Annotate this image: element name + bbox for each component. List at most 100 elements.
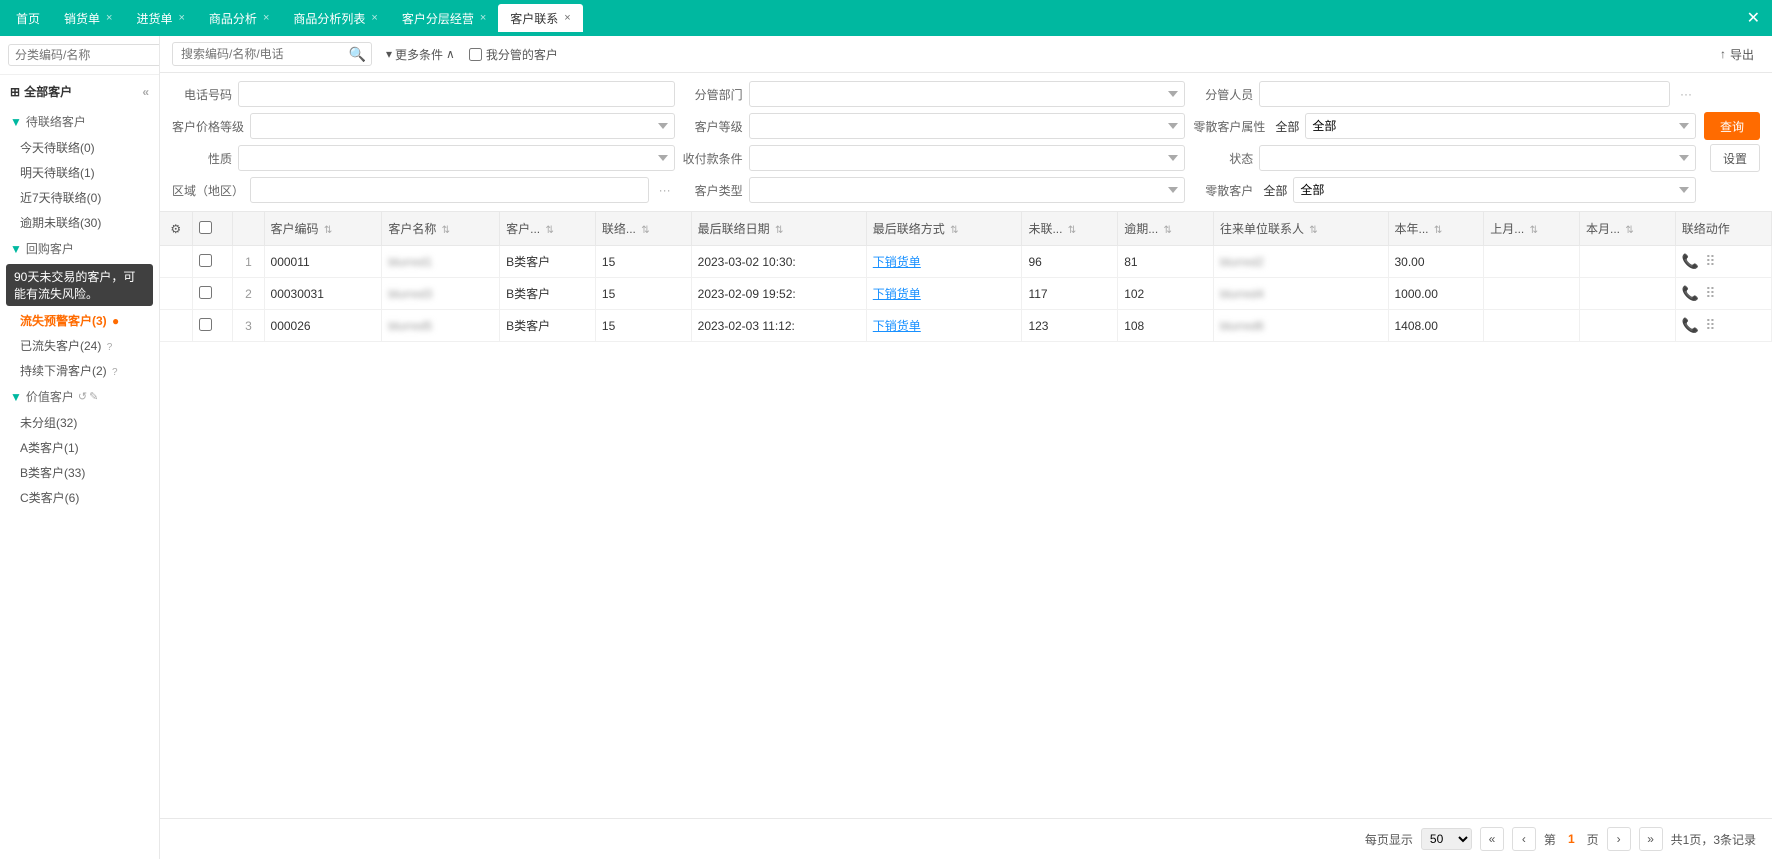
tab-analysis-list[interactable]: 商品分析列表 × [281,4,389,32]
tab-sales-close[interactable]: × [106,12,112,24]
filter-actions: 查询 设置 [1704,81,1760,203]
sidebar-item-tomorrow-pending[interactable]: 明天待联络(1) [0,160,159,185]
sidebar-item-churned[interactable]: 已流失客户(24) ? [0,333,159,358]
col-contact-header[interactable]: 联络... ⇅ [595,212,691,246]
tab-customer-tier-close[interactable]: × [480,12,486,24]
export-button[interactable]: ↑ 导出 [1714,43,1760,66]
filter-nature: 性质 [172,145,675,171]
col-no-contact-header[interactable]: 未联... ⇅ [1022,212,1118,246]
tab-customer-contact-close[interactable]: × [564,12,570,24]
first-page-button[interactable]: « [1480,827,1504,851]
main-search-input[interactable] [172,42,372,66]
prev-page-button[interactable]: ‹ [1512,827,1536,851]
next-page-button[interactable]: › [1607,827,1631,851]
tab-purchase-close[interactable]: × [178,12,184,24]
row-action-phone-icon[interactable]: 📞 [1682,253,1699,270]
sidebar-item-overdue[interactable]: 逾期未联络(30) [0,210,159,235]
my-customer-checkbox-wrap[interactable]: 我分管的客户 [469,46,558,63]
select-all-checkbox[interactable] [199,221,212,234]
row-action-menu-icon[interactable]: ⠿ [1705,317,1715,334]
sidebar-item-churn-warning[interactable]: 流失预警客户(3) ● [0,308,159,333]
filter-status-select[interactable] [1259,145,1696,171]
my-customer-checkbox[interactable] [469,48,482,61]
sidebar-section-churn[interactable]: ▼ 回购客户 [0,235,159,262]
col-name-header[interactable]: 客户名称 ⇅ [382,212,500,246]
last-page-button[interactable]: » [1639,827,1663,851]
tab-analysis-list-close[interactable]: × [371,12,377,24]
sidebar-item-class-c[interactable]: C类客户(6) [0,485,159,510]
filter-manager: 分管人员 ··· [1193,81,1696,107]
sidebar-item-ungroup[interactable]: 未分组(32) [0,410,159,435]
total-pages-label: 共1页，3条记录 [1671,831,1756,848]
row-action-menu-icon[interactable]: ⠿ [1705,253,1715,270]
filter-dept-select[interactable] [749,81,1186,107]
filter-customer-grade-label: 客户等级 [683,118,743,135]
filter-manager-input[interactable] [1259,81,1670,107]
row-method[interactable]: 下销货单 [866,246,1022,278]
sidebar-item-class-b[interactable]: B类客户(33) [0,460,159,485]
tab-analysis-close[interactable]: × [263,12,269,24]
filter-customer-grade-select[interactable] [749,113,1186,139]
tab-customer-contact[interactable]: 客户联系 × [498,4,582,32]
sidebar-item-week-pending[interactable]: 近7天待联络(0) [0,185,159,210]
sidebar-item-class-a[interactable]: A类客户(1) [0,435,159,460]
filter-payment-select[interactable] [749,145,1186,171]
tab-purchase[interactable]: 进货单 × [124,4,196,32]
sidebar-search-input[interactable] [8,44,160,66]
row-action-phone-icon[interactable]: 📞 [1682,317,1699,334]
row-contact: 15 [595,310,691,342]
col-overdue-header[interactable]: 逾期... ⇅ [1118,212,1214,246]
col-method-header[interactable]: 最后联络方式 ⇅ [866,212,1022,246]
tab-home[interactable]: 首页 [4,4,52,32]
tab-sales[interactable]: 销货单 × [52,4,124,32]
filter-row-1: 电话号码 分管部门 分管人员 ··· [172,81,1696,107]
row-contact: 15 [595,246,691,278]
more-filter-button[interactable]: ▾ 更多条件 ∧ [380,43,461,66]
sidebar-section-pending[interactable]: ▼ 待联络客户 [0,108,159,135]
value-arrow-icon: ▼ [10,390,22,404]
col-unit-contact-header[interactable]: 往来单位联系人 ⇅ [1213,212,1388,246]
sidebar-item-today-pending[interactable]: 今天待联络(0) [0,135,159,160]
value-edit-icon[interactable]: ✎ [89,390,98,403]
filter-customer-type-select[interactable] [749,177,1186,203]
col-settings[interactable]: ⚙ [160,212,192,246]
col-type-header[interactable]: 客户... ⇅ [500,212,596,246]
row-action-phone-icon[interactable]: 📞 [1682,285,1699,302]
col-this-month-header[interactable]: 本月... ⇅ [1580,212,1676,246]
filter-price-level-select[interactable] [250,113,675,139]
sidebar-section-value[interactable]: ▼ 价值客户 ↺ ✎ [0,383,159,410]
query-button[interactable]: 查询 [1704,112,1760,140]
app-close-button[interactable]: ✕ [1739,8,1768,28]
row-method[interactable]: 下销货单 [866,278,1022,310]
filter-retail-select[interactable]: 全部 [1293,177,1696,203]
page-size-select[interactable]: 50 20 100 [1421,828,1472,850]
filter-phone-input[interactable] [238,81,675,107]
tab-customer-tier[interactable]: 客户分层经营 × [390,4,498,32]
col-date-header[interactable]: 最后联络日期 ⇅ [691,212,866,246]
row-checkbox[interactable] [199,286,212,299]
col-last-month-header[interactable]: 上月... ⇅ [1484,212,1580,246]
filter-nature-select[interactable] [238,145,675,171]
tab-analysis[interactable]: 商品分析 × [197,4,281,32]
row-num: 3 [233,310,264,342]
table-container: ⚙ 客户编码 ⇅ 客户名称 ⇅ 客户... ⇅ 联络... ⇅ 最后联络日期 ⇅… [160,212,1772,818]
filter-manager-more-icon[interactable]: ··· [1676,87,1696,101]
page-size-label: 每页显示 [1365,831,1413,848]
row-checkbox[interactable] [199,254,212,267]
main-search-button[interactable]: 🔍 [349,46,366,63]
row-method[interactable]: 下销货单 [866,310,1022,342]
col-this-year-header[interactable]: 本年... ⇅ [1388,212,1484,246]
churn-tooltip: 90天未交易的客户，可能有流失风险。 [6,264,153,306]
col-code-header[interactable]: 客户编码 ⇅ [264,212,382,246]
row-checkbox[interactable] [199,318,212,331]
sidebar-item-declining[interactable]: 持续下滑客户(2) ? [0,358,159,383]
filter-region-input[interactable] [250,177,649,203]
row-action-menu-icon[interactable]: ⠿ [1705,285,1715,302]
row-settings-icon [160,246,192,278]
settings-button[interactable]: 设置 [1710,144,1760,172]
filter-region-more-icon[interactable]: ··· [655,183,675,197]
sidebar-collapse-icon[interactable]: « [142,85,149,99]
filter-retail-attr-select[interactable]: 全部 [1305,113,1696,139]
value-refresh-icon[interactable]: ↺ [78,390,87,403]
sidebar-root[interactable]: ⊞全部客户 « [0,75,159,108]
